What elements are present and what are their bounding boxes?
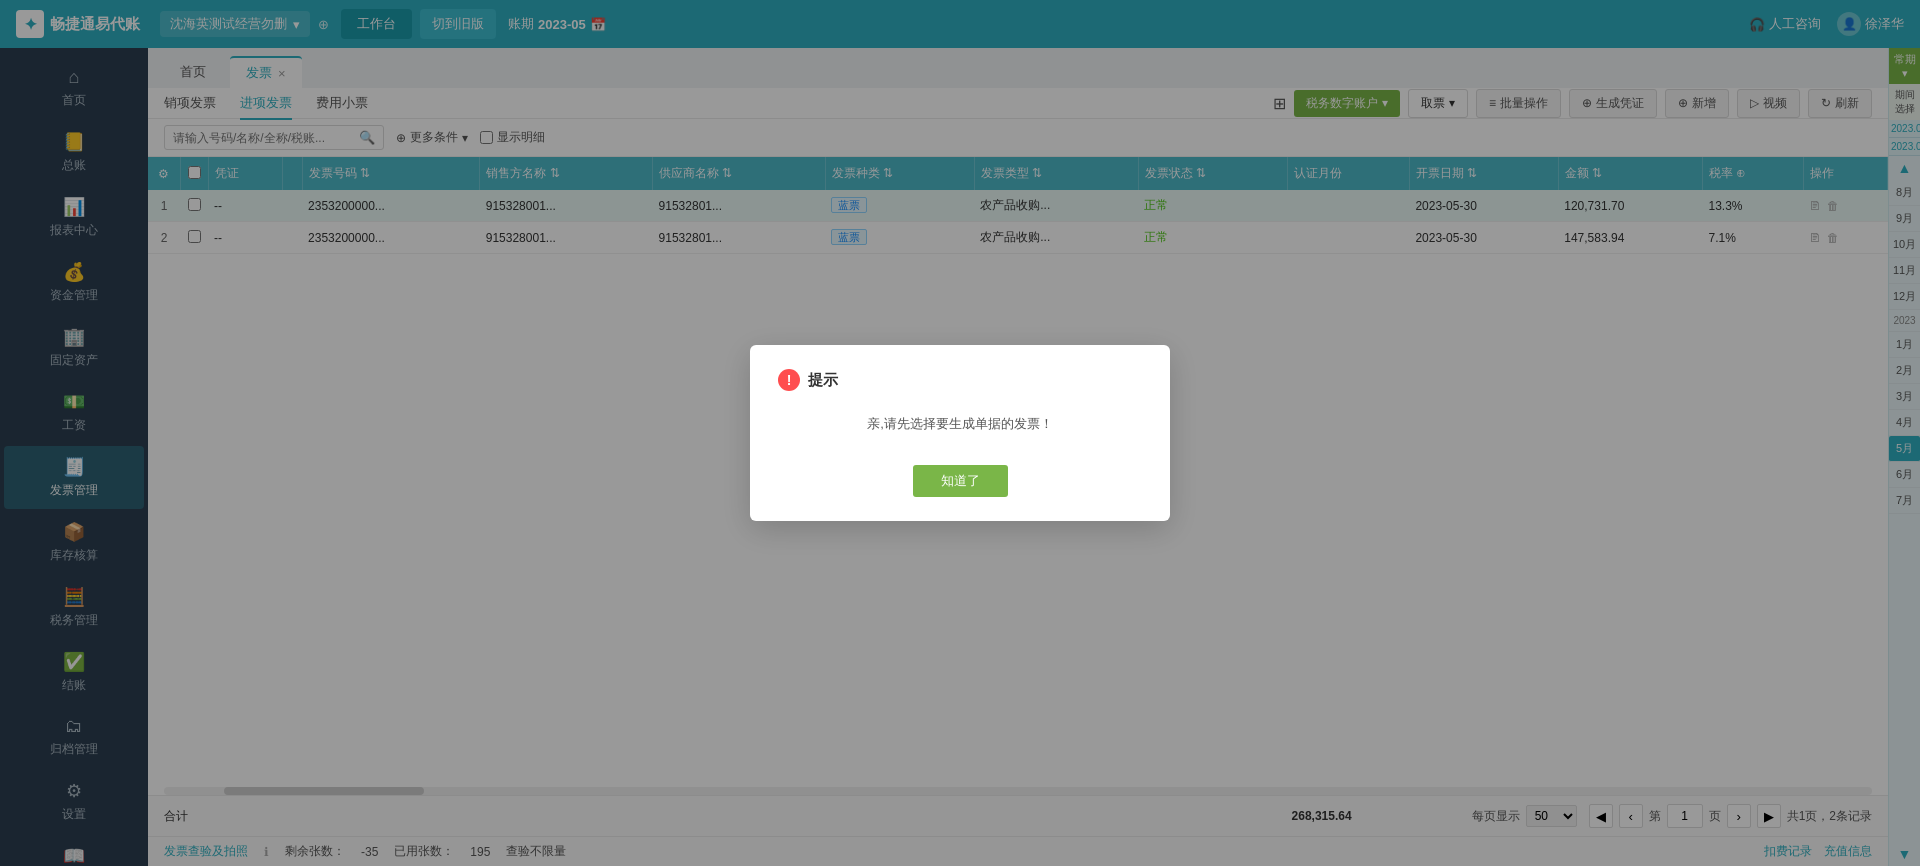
modal-title-text: 提示 <box>808 371 838 390</box>
warning-icon: ! <box>778 369 800 391</box>
modal-dialog: ! 提示 亲,请先选择要生成单据的发票！ 知道了 <box>750 345 1170 521</box>
modal-overlay: ! 提示 亲,请先选择要生成单据的发票！ 知道了 <box>0 0 1920 866</box>
modal-title-row: ! 提示 <box>778 369 1142 391</box>
modal-body: 亲,请先选择要生成单据的发票！ <box>778 407 1142 441</box>
modal-footer: 知道了 <box>778 465 1142 497</box>
modal-confirm-button[interactable]: 知道了 <box>913 465 1008 497</box>
